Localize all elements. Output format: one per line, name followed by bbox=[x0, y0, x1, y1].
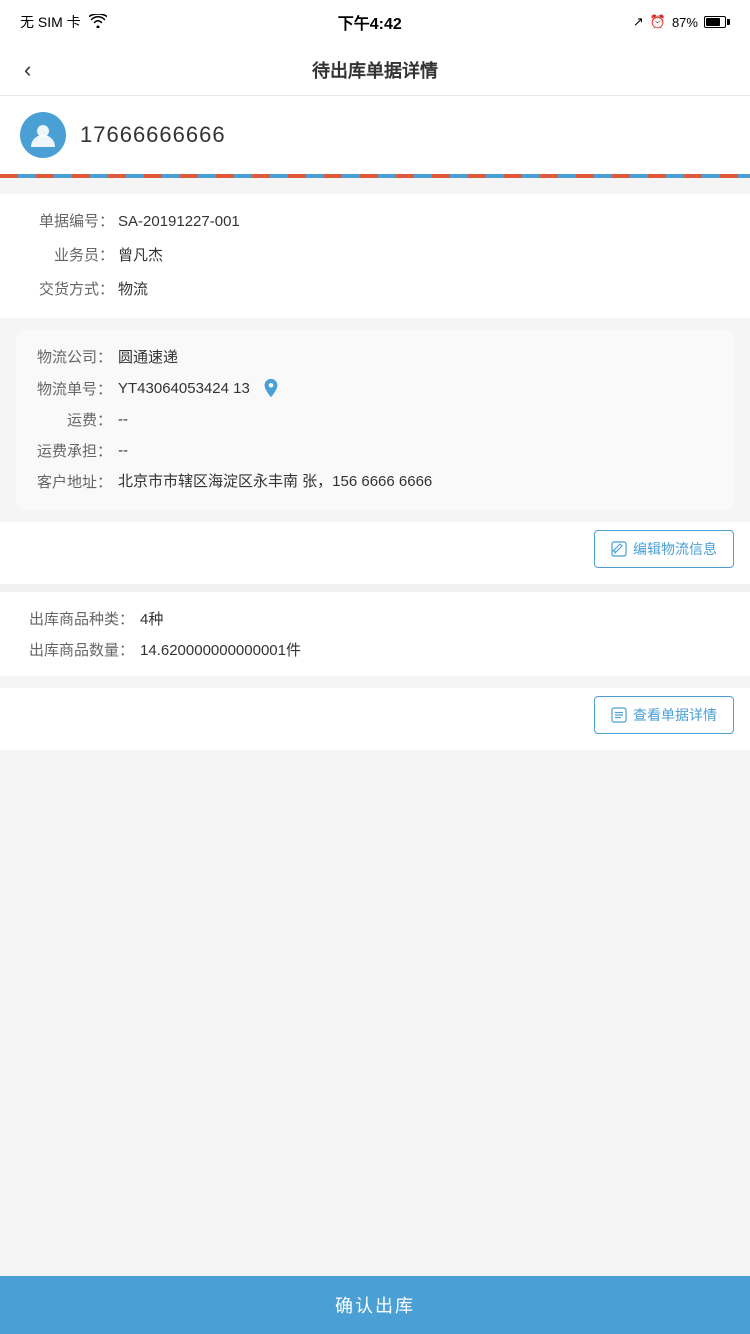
goods-types-value: 4种 bbox=[134, 608, 163, 629]
edit-logistics-button[interactable]: 编辑物流信息 bbox=[594, 530, 734, 568]
section-divider bbox=[0, 584, 750, 592]
freight-value: -- bbox=[112, 411, 718, 428]
page-title: 待出库单据详情 bbox=[312, 57, 438, 83]
delivery-row: 交货方式： 物流 bbox=[24, 278, 726, 302]
salesperson-row: 业务员： 曾凡杰 bbox=[24, 244, 726, 268]
order-no-row: 单据编号： SA-20191227-001 bbox=[24, 210, 726, 234]
customer-header: 17666666666 bbox=[0, 96, 750, 174]
edit-icon bbox=[611, 541, 627, 557]
nav-bar: ‹ 待出库单据详情 bbox=[0, 44, 750, 96]
delivery-value: 物流 bbox=[114, 278, 726, 302]
address-label: 客户地址： bbox=[32, 471, 112, 492]
location-pin-icon[interactable] bbox=[260, 377, 282, 399]
order-no-label: 单据编号： bbox=[24, 210, 114, 234]
tracking-no-row: 物流单号： YT43064053424 13 bbox=[32, 377, 718, 399]
logistics-company-label: 物流公司： bbox=[32, 346, 112, 367]
order-info-section: 单据编号： SA-20191227-001 业务员： 曾凡杰 交货方式： 物流 bbox=[0, 194, 750, 318]
location-icon: ↗ bbox=[633, 14, 644, 30]
freight-bearer-value: -- bbox=[112, 442, 718, 459]
goods-types-label: 出库商品种类： bbox=[24, 608, 134, 629]
edit-btn-container: 编辑物流信息 bbox=[0, 522, 750, 584]
view-detail-label: 查看单据详情 bbox=[633, 705, 717, 725]
goods-quantity-label: 出库商品数量： bbox=[24, 639, 134, 660]
order-no-value: SA-20191227-001 bbox=[114, 210, 726, 234]
salesperson-label: 业务员： bbox=[24, 244, 114, 268]
edit-logistics-label: 编辑物流信息 bbox=[633, 539, 717, 559]
tracking-no-value: YT43064053424 13 bbox=[112, 377, 718, 399]
battery-icon bbox=[704, 16, 730, 28]
battery-percent: 87% bbox=[672, 15, 698, 30]
status-bar: 无 SIM 卡 下午4:42 ↗ ⏰ 87% bbox=[0, 0, 750, 44]
content-area: 单据编号： SA-20191227-001 业务员： 曾凡杰 交货方式： 物流 … bbox=[0, 178, 750, 966]
goods-quantity-row: 出库商品数量： 14.620000000000001件 bbox=[24, 639, 726, 660]
carrier-label: 无 SIM 卡 bbox=[20, 12, 81, 32]
confirm-outbound-button[interactable]: 确认出库 bbox=[0, 1292, 750, 1318]
delivery-label: 交货方式： bbox=[24, 278, 114, 302]
status-right: ↗ ⏰ 87% bbox=[633, 14, 730, 30]
address-row: 客户地址： 北京市市辖区海淀区永丰南 张，156 6666 6666 bbox=[32, 471, 718, 494]
view-detail-container: 查看单据详情 bbox=[0, 688, 750, 750]
status-left: 无 SIM 卡 bbox=[20, 12, 107, 32]
confirm-btn-area: 确认出库 bbox=[0, 1276, 750, 1334]
goods-quantity-value: 14.620000000000001件 bbox=[134, 639, 301, 660]
goods-types-row: 出库商品种类： 4种 bbox=[24, 608, 726, 629]
status-time: 下午4:42 bbox=[338, 10, 402, 34]
logistics-company-value: 圆通速递 bbox=[112, 346, 718, 367]
freight-bearer-label: 运费承担： bbox=[32, 440, 112, 461]
avatar bbox=[20, 112, 66, 158]
back-button[interactable]: ‹ bbox=[16, 49, 39, 91]
logistics-card: 物流公司： 圆通速递 物流单号： YT43064053424 13 运费： --… bbox=[16, 330, 734, 510]
view-detail-button[interactable]: 查看单据详情 bbox=[594, 696, 734, 734]
tracking-no-label: 物流单号： bbox=[32, 378, 112, 399]
bottom-spacer bbox=[0, 750, 750, 950]
freight-label: 运费： bbox=[32, 409, 112, 430]
alarm-icon: ⏰ bbox=[650, 14, 666, 30]
wifi-icon bbox=[89, 14, 107, 31]
logistics-company-row: 物流公司： 圆通速递 bbox=[32, 346, 718, 367]
salesperson-value: 曾凡杰 bbox=[114, 244, 726, 268]
freight-row: 运费： -- bbox=[32, 409, 718, 430]
list-icon bbox=[611, 707, 627, 723]
address-value: 北京市市辖区海淀区永丰南 张，156 6666 6666 bbox=[112, 471, 718, 494]
freight-bearer-row: 运费承担： -- bbox=[32, 440, 718, 461]
customer-phone: 17666666666 bbox=[80, 122, 226, 148]
goods-section: 出库商品种类： 4种 出库商品数量： 14.620000000000001件 bbox=[0, 592, 750, 676]
